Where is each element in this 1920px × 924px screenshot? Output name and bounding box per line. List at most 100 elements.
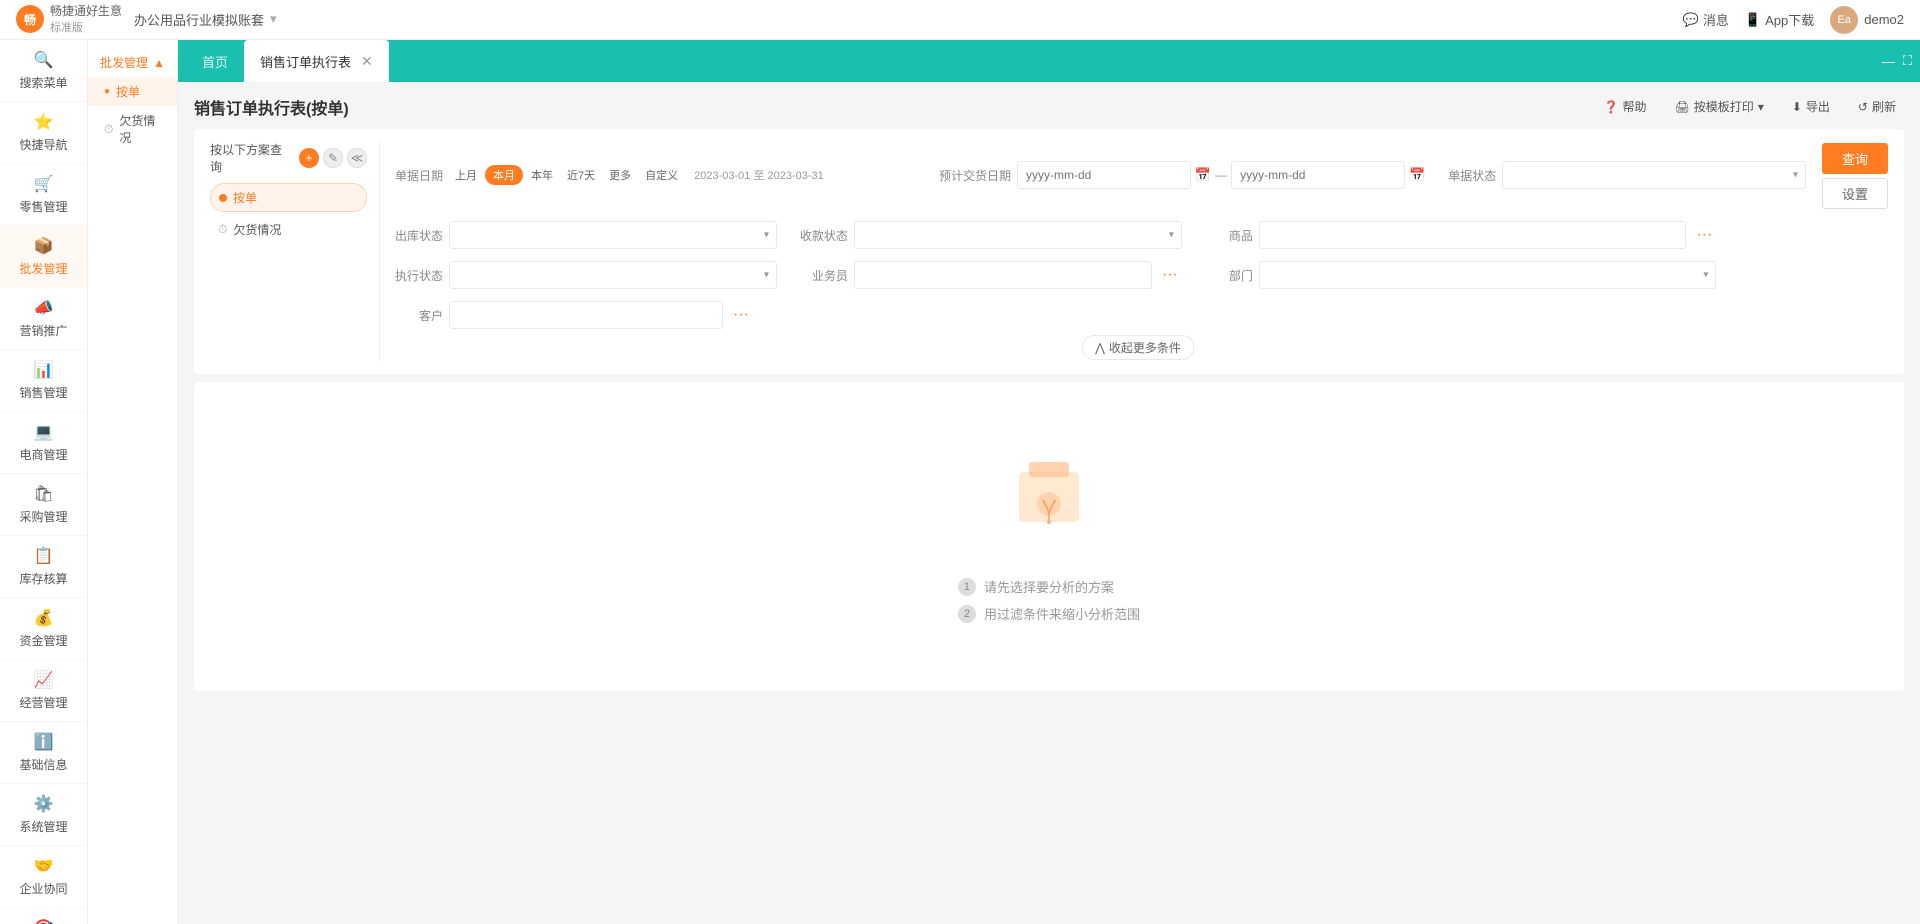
print-dropdown-icon: ▾ xyxy=(1758,100,1764,114)
purchase-icon: 🛍 xyxy=(33,484,53,504)
department-select-wrap xyxy=(1259,261,1717,289)
sidebar-item-search[interactable]: 🔍 搜索菜单 xyxy=(0,40,87,102)
app-download-action[interactable]: 📱 App下载 xyxy=(1745,10,1814,29)
sidebar-item-finance[interactable]: 💰 资金管理 xyxy=(0,598,87,660)
tab-home-label: 首页 xyxy=(202,52,228,71)
add-plan-button[interactable]: + xyxy=(299,148,319,168)
filter-right: 单据日期 上月 本月 本年 近7天 更多 自定义 xyxy=(388,141,1888,362)
tab-close-icon[interactable]: ✕ xyxy=(361,53,373,70)
message-action[interactable]: 💬 消息 xyxy=(1683,10,1729,29)
tab-minimize-icon[interactable]: — xyxy=(1882,54,1895,69)
calendar-start-icon[interactable]: 📅 xyxy=(1195,167,1211,183)
department-field: 部门 xyxy=(1198,261,1717,289)
payment-status-select[interactable] xyxy=(854,221,1182,249)
order-status-label: 单据状态 xyxy=(1441,167,1496,184)
app-download-label: App下载 xyxy=(1765,10,1814,29)
sub-sidebar-item-order[interactable]: ● 按单 xyxy=(88,77,177,106)
breadcrumb: 办公用品行业模拟账套 ▾ xyxy=(134,10,277,29)
refresh-button[interactable]: ↺ 刷新 xyxy=(1850,94,1904,119)
sidebar-item-system[interactable]: ⚙️ 系统管理 xyxy=(0,784,87,846)
salesperson-more-icon[interactable]: ··· xyxy=(1158,266,1182,284)
collapse-plan-button[interactable]: ≪ xyxy=(347,148,367,168)
tab-home[interactable]: 首页 xyxy=(186,40,244,82)
order-status-select[interactable] xyxy=(1502,161,1806,189)
sidebar-item-inventory[interactable]: 📋 库存核算 xyxy=(0,536,87,598)
filter-row-3: 执行状态 业务员 xyxy=(388,261,1888,289)
user-name: demo2 xyxy=(1864,12,1904,27)
template-print-button[interactable]: 🖨 按模板打印 ▾ xyxy=(1667,94,1772,119)
goods-input[interactable] xyxy=(1259,221,1687,249)
breadcrumb-dropdown-icon[interactable]: ▾ xyxy=(270,11,277,27)
dq-this-month[interactable]: 本月 xyxy=(485,165,523,185)
plan-item-order[interactable]: 按单 xyxy=(210,183,367,212)
help-button[interactable]: ❓ 帮助 xyxy=(1596,94,1655,119)
dq-last-month[interactable]: 上月 xyxy=(449,165,483,185)
title-actions: ❓ 帮助 🖨 按模板打印 ▾ ⬇ 导出 ↺ 刷新 xyxy=(1596,94,1904,119)
settings-button[interactable]: 设置 xyxy=(1822,178,1888,209)
sidebar-label-finance: 资金管理 xyxy=(19,632,67,649)
sub-sidebar-section: ● 按单 ⏱ 欠货情况 xyxy=(88,77,177,152)
expected-delivery-end-input[interactable] xyxy=(1231,161,1405,189)
expected-delivery-start-input[interactable] xyxy=(1017,161,1191,189)
customer-input[interactable] xyxy=(449,301,723,329)
dq-custom[interactable]: 自定义 xyxy=(639,165,684,185)
page-title: 销售订单执行表(按单) xyxy=(194,95,349,119)
finance-icon: 💰 xyxy=(34,608,54,628)
search-button[interactable]: 查询 xyxy=(1822,143,1888,174)
sidebar-item-quick[interactable]: ⭐ 快捷导航 xyxy=(0,102,87,164)
tab-sales-order[interactable]: 销售订单执行表 ✕ xyxy=(244,40,389,82)
user-profile[interactable]: Ea demo2 xyxy=(1830,6,1904,34)
payment-status-label: 收款状态 xyxy=(793,227,848,244)
salesperson-input[interactable] xyxy=(854,261,1152,289)
filter-panel: 按以下方案查询 + ✎ ≪ 按单 ⏱ xyxy=(194,129,1904,374)
filter-row-1: 单据日期 上月 本月 本年 近7天 更多 自定义 xyxy=(388,141,1888,209)
sidebar-item-operation[interactable]: 📈 经营管理 xyxy=(0,660,87,722)
export-button[interactable]: ⬇ 导出 xyxy=(1784,94,1838,119)
date-field: 单据日期 上月 本月 本年 近7天 更多 自定义 xyxy=(388,165,923,185)
sidebar-item-retail[interactable]: 🛒 零售管理 xyxy=(0,164,87,226)
delivery-status-select[interactable] xyxy=(449,221,777,249)
dq-more[interactable]: 更多 xyxy=(603,165,637,185)
sidebar-item-newbie[interactable]: 🎯 新手引导 xyxy=(0,908,87,924)
edit-plan-button[interactable]: ✎ xyxy=(323,148,343,168)
expected-delivery-date-wrap: 📅 — 📅 xyxy=(1017,161,1425,189)
plan-item-debt[interactable]: ⏱ 欠货情况 xyxy=(210,216,367,243)
sidebar-item-basic[interactable]: ℹ️ 基础信息 xyxy=(0,722,87,784)
basic-icon: ℹ️ xyxy=(34,732,54,752)
dq-this-year[interactable]: 本年 xyxy=(525,165,559,185)
sub-sidebar-title: 批发管理 ▲ xyxy=(88,48,177,77)
message-label: 消息 xyxy=(1703,10,1729,29)
sidebar-item-ecommerce[interactable]: 💻 电商管理 xyxy=(0,412,87,474)
filter-left-icons: + ✎ ≪ xyxy=(299,148,367,168)
payment-status-select-wrap xyxy=(854,221,1182,249)
goods-more-icon[interactable]: ··· xyxy=(1692,226,1716,244)
tab-maximize-icon[interactable]: ⛶ xyxy=(1903,53,1912,69)
sub-sidebar-toggle-icon[interactable]: ▲ xyxy=(153,56,165,70)
sidebar-item-sales[interactable]: 📊 销售管理 xyxy=(0,350,87,412)
plan-item-debt-label: 欠货情况 xyxy=(233,221,281,238)
department-select[interactable] xyxy=(1259,261,1717,289)
customer-more-icon[interactable]: ··· xyxy=(729,306,753,324)
newbie-icon: 🎯 xyxy=(34,918,54,924)
exec-status-select[interactable] xyxy=(449,261,777,289)
collapse-button[interactable]: ⋀ 收起更多条件 xyxy=(1082,335,1194,360)
query-actions: 查询 设置 xyxy=(1822,141,1888,209)
sidebar-item-wholesale[interactable]: 📦 批发管理 xyxy=(0,226,87,288)
sidebar-item-marketing[interactable]: 📣 营销推广 xyxy=(0,288,87,350)
sidebar-item-purchase[interactable]: 🛍 采购管理 xyxy=(0,474,87,536)
system-icon: ⚙️ xyxy=(34,794,54,814)
goods-field: 商品 ··· xyxy=(1198,221,1717,249)
sub-sidebar-item-debt[interactable]: ⏱ 欠货情况 xyxy=(88,106,177,152)
export-label: 导出 xyxy=(1806,98,1830,115)
empty-icon xyxy=(999,442,1099,561)
sidebar-item-enterprise[interactable]: 🤝 企业协同 xyxy=(0,846,87,908)
sidebar-label-basic: 基础信息 xyxy=(19,756,67,773)
filter-row-4: 客户 ··· xyxy=(388,301,1888,329)
calendar-end-icon[interactable]: 📅 xyxy=(1409,167,1425,183)
dq-last7[interactable]: 近7天 xyxy=(561,165,601,185)
header-left: 畅 畅捷通好生意 标准版 办公用品行业模拟账套 ▾ xyxy=(16,4,277,34)
tab-sales-order-label: 销售订单执行表 xyxy=(260,52,351,71)
order-dot-icon: ● xyxy=(104,86,110,97)
app-download-icon: 📱 xyxy=(1745,12,1761,28)
sidebar-label-purchase: 采购管理 xyxy=(19,508,67,525)
